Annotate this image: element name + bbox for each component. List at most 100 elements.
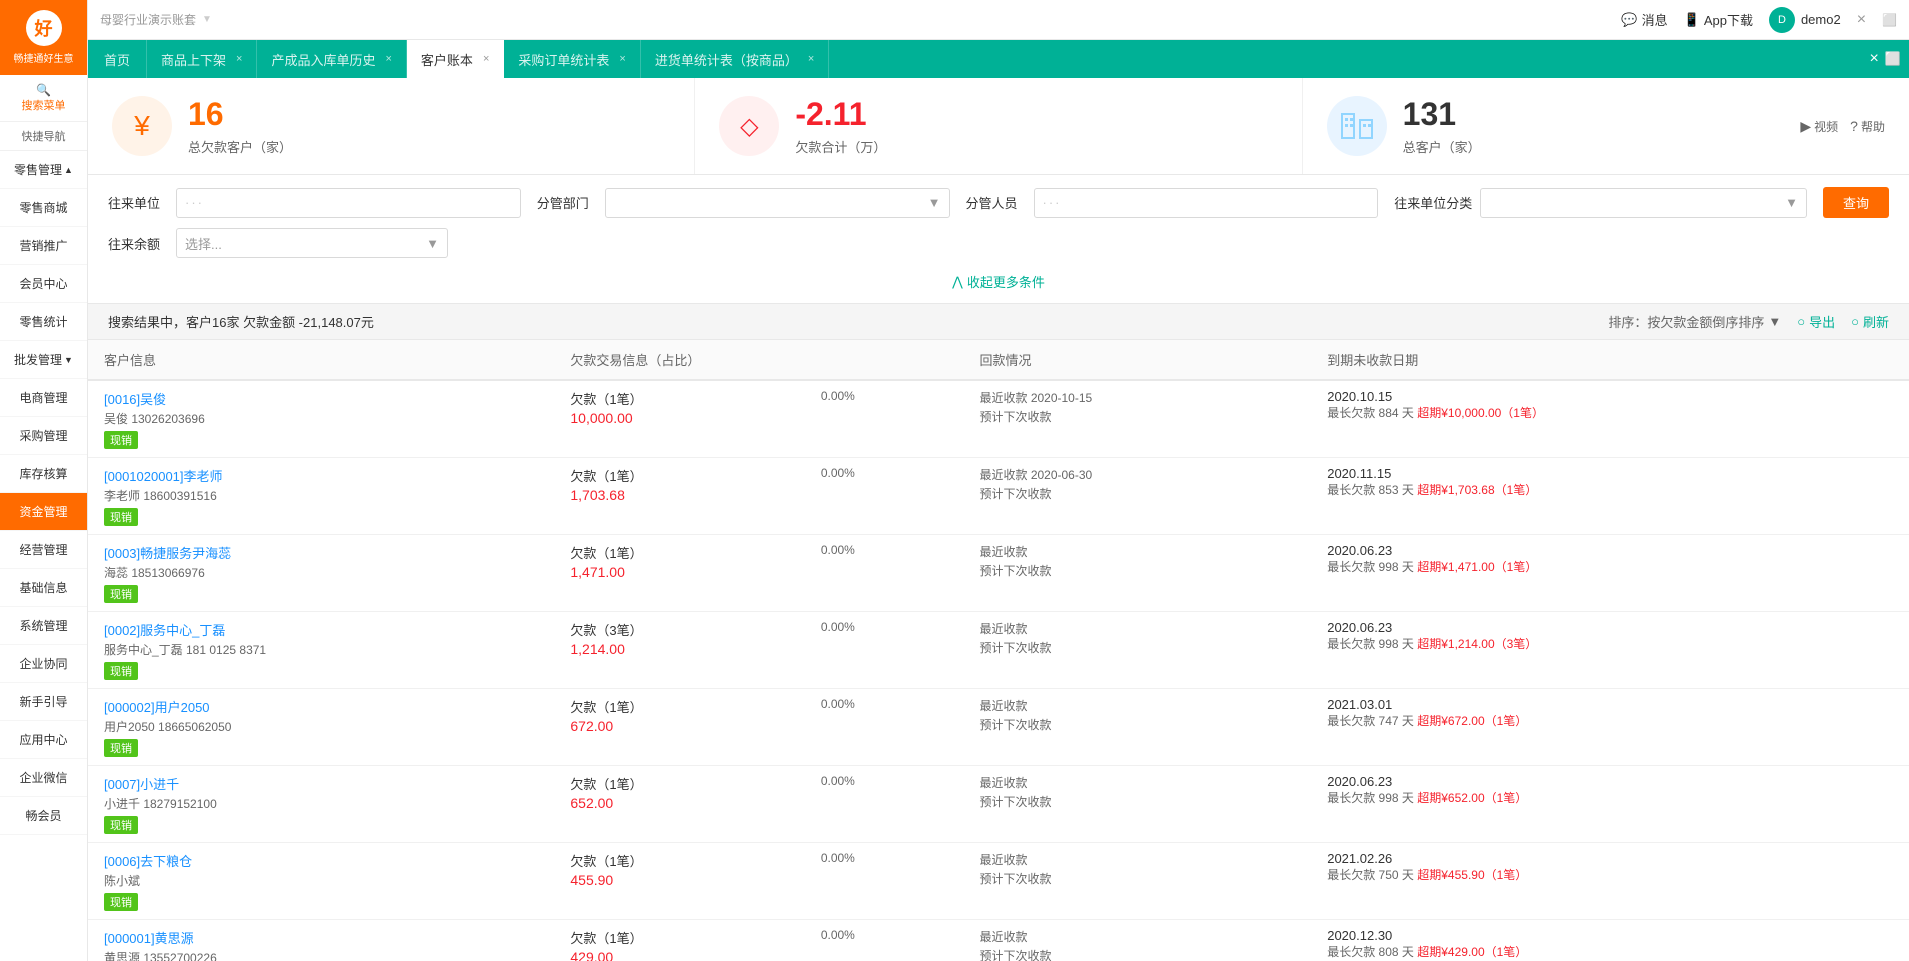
sidebar-item-app-center[interactable]: 应用中心: [0, 721, 87, 759]
sidebar-item-marketing[interactable]: 营销推广: [0, 227, 87, 265]
sidebar-item-member[interactable]: 会员中心: [0, 265, 87, 303]
cell-ratio-6: 0.00%: [805, 843, 964, 920]
sidebar-item-retail-mall[interactable]: 零售商城: [0, 189, 87, 227]
collapse-button[interactable]: ⋀ 收起更多条件: [108, 268, 1889, 295]
overdue-date-6: 2021.02.26: [1327, 851, 1893, 866]
unit-category-select[interactable]: ▼: [1480, 188, 1807, 218]
dept-select[interactable]: ▼: [605, 188, 950, 218]
help-button[interactable]: ? 帮助: [1850, 118, 1885, 135]
table-row: [0006]去下粮仓 陈小斌 现销 欠款（1笔） 455.90 0.00% 最近…: [88, 843, 1909, 920]
overdue-amount-1[interactable]: 超期¥1,703.68（1笔）: [1417, 483, 1537, 497]
cell-customer-info-6: [0006]去下粮仓 陈小斌 现销: [88, 843, 554, 920]
col-debt-info: 欠款交易信息（占比）: [554, 340, 963, 380]
user-name: demo2: [1801, 12, 1841, 27]
debt-customers-number: 16: [188, 96, 670, 133]
customer-name-5[interactable]: [0007]小进千: [104, 774, 538, 793]
person-input[interactable]: ···: [1034, 188, 1379, 218]
customer-name-4[interactable]: [000002]用户2050: [104, 697, 538, 716]
tab-incoming-stats[interactable]: 进货单统计表（按商品） ×: [641, 40, 829, 78]
sort-button[interactable]: 排序：按欠款金额倒序排序 ▼: [1608, 312, 1781, 331]
sidebar: 好 畅捷通好生意 🔍 搜索菜单 快捷导航 零售管理 ▲ 零售商城 营销推广 会员…: [0, 0, 88, 961]
tab-product-listing[interactable]: 商品上下架 ×: [147, 40, 257, 78]
quick-nav-item[interactable]: 快捷导航: [0, 122, 87, 151]
overdue-amount-7[interactable]: 超期¥429.00（1笔）: [1417, 945, 1527, 959]
col-recovery: 回款情况: [963, 340, 1311, 380]
debt-customers-label: 总欠款客户（家）: [188, 137, 670, 156]
cell-recovery-4: 最近收款 预计下次收款: [963, 689, 1311, 766]
overdue-amount-4[interactable]: 超期¥672.00（1笔）: [1417, 714, 1527, 728]
sidebar-item-label: 零售商城: [19, 201, 67, 215]
balance-select[interactable]: 选择... ▼: [176, 228, 448, 258]
tabbar-close-all-icon[interactable]: ×: [1869, 50, 1878, 68]
recovery-next-1: 预计下次收款: [979, 485, 1295, 502]
sidebar-item-operations[interactable]: 经营管理: [0, 531, 87, 569]
sidebar-item-finance[interactable]: 资金管理: [0, 493, 87, 531]
export-button[interactable]: ○ 导出: [1797, 312, 1835, 331]
overdue-amount-6[interactable]: 超期¥455.90（1笔）: [1417, 868, 1527, 882]
sidebar-item-purchase[interactable]: 采购管理: [0, 417, 87, 455]
avatar-initial: D: [1778, 14, 1786, 26]
customer-name-6[interactable]: [0006]去下粮仓: [104, 851, 538, 870]
customer-tag-5: 现销: [104, 816, 138, 834]
query-button[interactable]: 查询: [1823, 187, 1889, 218]
cell-ratio-1: 0.00%: [805, 458, 964, 535]
tab-production-history[interactable]: 产成品入库单历史 ×: [257, 40, 406, 78]
tab-close-icon[interactable]: ×: [483, 53, 489, 65]
maximize-icon[interactable]: ⬜: [1882, 13, 1897, 27]
sidebar-item-system[interactable]: 系统管理: [0, 607, 87, 645]
recovery-next-6: 预计下次收款: [979, 870, 1295, 887]
sidebar-item-basic-info[interactable]: 基础信息: [0, 569, 87, 607]
customer-name-3[interactable]: [0002]服务中心_丁磊: [104, 620, 538, 639]
tab-home[interactable]: 首页: [88, 40, 147, 78]
user-profile[interactable]: D demo2: [1769, 7, 1841, 33]
unit-category-label: 往来单位分类: [1394, 193, 1472, 212]
sidebar-item-label: 经营管理: [19, 543, 67, 557]
tab-close-icon[interactable]: ×: [385, 53, 391, 65]
source-unit-input[interactable]: ···: [176, 188, 521, 218]
sidebar-item-chang-member[interactable]: 畅会员: [0, 797, 87, 835]
tab-customer-account[interactable]: 客户账本 ×: [407, 40, 504, 78]
customer-name-7[interactable]: [000001]黄思源: [104, 928, 538, 947]
cell-due-0: 2020.10.15 最长欠款 884 天 超期¥10,000.00（1笔）: [1311, 380, 1909, 458]
overdue-amount-2[interactable]: 超期¥1,471.00（1笔）: [1417, 560, 1537, 574]
cell-customer-info-5: [0007]小进千 小进千 18279152100 现销: [88, 766, 554, 843]
customer-name-2[interactable]: [0003]畅捷服务尹海蕊: [104, 543, 538, 562]
search-menu-item[interactable]: 🔍 搜索菜单: [0, 75, 87, 122]
sidebar-item-retail-mgmt[interactable]: 零售管理 ▲: [0, 151, 87, 189]
close-icon[interactable]: ×: [1857, 11, 1866, 29]
tabbar-maximize-icon[interactable]: ⬜: [1885, 51, 1901, 67]
sidebar-item-label: 系统管理: [19, 619, 67, 633]
recovery-date-7: 最近收款: [979, 928, 1295, 945]
debt-customers-icon: ¥: [112, 96, 172, 156]
sidebar-item-enterprise-collab[interactable]: 企业协同: [0, 645, 87, 683]
overdue-amount-5[interactable]: 超期¥652.00（1笔）: [1417, 791, 1527, 805]
tab-close-icon[interactable]: ×: [236, 53, 242, 65]
refresh-icon: ○: [1851, 314, 1859, 329]
tab-purchase-stats[interactable]: 采购订单统计表 ×: [504, 40, 640, 78]
video-button[interactable]: ▶ 视频: [1800, 118, 1838, 135]
customer-name-1[interactable]: [0001020001]李老师: [104, 466, 538, 485]
sidebar-item-enterprise-wechat[interactable]: 企业微信: [0, 759, 87, 797]
overdue-amount-0[interactable]: 超期¥10,000.00（1笔）: [1417, 406, 1544, 420]
cell-due-4: 2021.03.01 最长欠款 747 天 超期¥672.00（1笔）: [1311, 689, 1909, 766]
tab-close-icon[interactable]: ×: [808, 53, 814, 65]
sidebar-item-inventory[interactable]: 库存核算: [0, 455, 87, 493]
sidebar-item-ecommerce[interactable]: 电商管理: [0, 379, 87, 417]
message-button[interactable]: 💬 消息: [1621, 10, 1667, 29]
sidebar-item-new-guide[interactable]: 新手引导: [0, 683, 87, 721]
overdue-amount-3[interactable]: 超期¥1,214.00（3笔）: [1417, 637, 1537, 651]
recovery-date-1: 最近收款 2020-06-30: [979, 466, 1295, 483]
sidebar-item-wholesale[interactable]: 批发管理 ▼: [0, 341, 87, 379]
debt-count-0: 欠款（1笔）: [570, 389, 788, 408]
sidebar-item-label: 企业协同: [19, 657, 67, 671]
customer-name-0[interactable]: [0016]吴俊: [104, 389, 538, 408]
refresh-button[interactable]: ○ 刷新: [1851, 312, 1889, 331]
sidebar-item-retail-stats[interactable]: 零售统计: [0, 303, 87, 341]
balance-arrow: ▼: [426, 236, 439, 251]
overdue-date-7: 2020.12.30: [1327, 928, 1893, 943]
phone-icon: 📱: [1684, 12, 1700, 28]
tab-close-icon[interactable]: ×: [619, 53, 625, 65]
cell-ratio-5: 0.00%: [805, 766, 964, 843]
app-download-button[interactable]: 📱 App下载: [1684, 10, 1753, 29]
sidebar-item-label: 批发管理: [14, 351, 62, 368]
